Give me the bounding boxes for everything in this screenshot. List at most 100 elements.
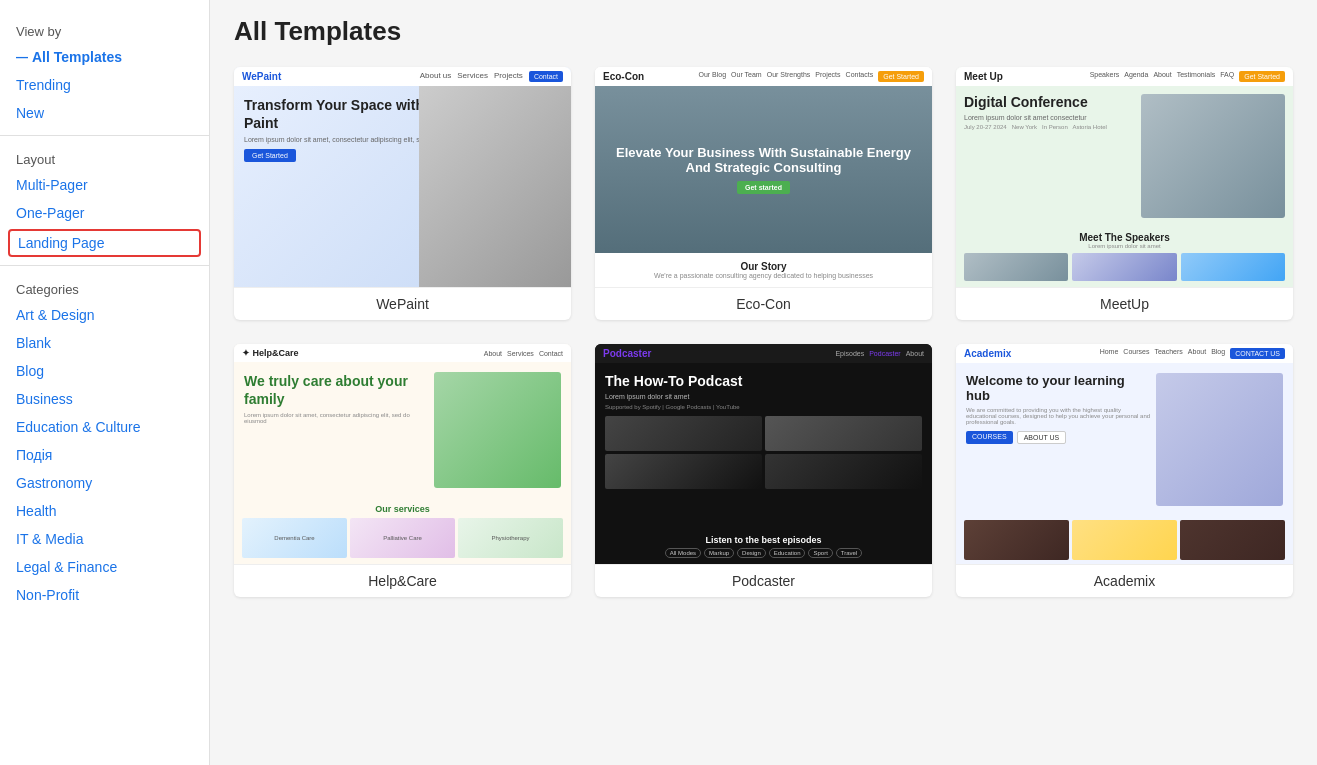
meet-info: July 20-27 2024 New York In Person Astor… — [964, 124, 1135, 130]
pod-episodes: Listen to the best episodes All Modes Ma… — [595, 529, 932, 564]
sidebar-item-business[interactable]: Business — [0, 385, 209, 413]
academix-preview: Academix Home Courses Teachers About Blo… — [956, 344, 1293, 564]
pod-nav: Episodes Podcaster About — [835, 350, 924, 357]
ac-image — [1156, 373, 1283, 506]
wepaint-cta: Get Started — [244, 149, 296, 162]
meetup-preview: Meet Up Speakers Agenda About Testimonia… — [956, 67, 1293, 287]
pod-body: The How-To Podcast Lorem ipsum dolor sit… — [595, 363, 932, 529]
template-card-eco-con[interactable]: Eco-Con Our Blog Our Team Our Strengths … — [595, 67, 932, 320]
eco-logo: Eco-Con — [603, 71, 644, 82]
sidebar-item-label: Trending — [16, 77, 71, 93]
hc-services: Our services Dementia Care Palliative Ca… — [234, 498, 571, 564]
meet-speakers-title: Meet The Speakers — [964, 232, 1285, 243]
academix-label: Academix — [956, 564, 1293, 597]
sidebar-item-label: Blank — [16, 335, 51, 351]
sidebar-item-education-culture[interactable]: Education & Culture — [0, 413, 209, 441]
sidebar-item-gastronomy[interactable]: Gastronomy — [0, 469, 209, 497]
hc-headline: We truly care about your family — [244, 372, 426, 408]
ac-face-1 — [964, 520, 1069, 560]
wepaint-logo: WePaint — [242, 71, 281, 82]
ac-contact-btn: CONTACT US — [1230, 348, 1285, 359]
eco-headline: Elevate Your Business With Sustainable E… — [605, 145, 922, 194]
meet-title: Digital Conference — [964, 94, 1135, 110]
sidebar-item-label: One-Pager — [16, 205, 84, 221]
eco-header: Eco-Con Our Blog Our Team Our Strengths … — [595, 67, 932, 86]
speaker-face-1 — [964, 253, 1068, 281]
meet-nav: Speakers Agenda About Testimonials FAQ G… — [1090, 71, 1285, 82]
sidebar-item-it-media[interactable]: IT & Media — [0, 525, 209, 553]
ac-text: Welcome to your learning hub We are comm… — [966, 373, 1150, 506]
eco-story: Our Story — [603, 261, 924, 272]
podcaster-label: Podcaster — [595, 564, 932, 597]
wepaint-image — [419, 86, 571, 287]
eco-bottom: Our Story We're a passionate consulting … — [595, 253, 932, 287]
wepaint-nav: About us Services Projects Contact — [420, 71, 563, 82]
sidebar-item-label: Multi-Pager — [16, 177, 88, 193]
helpcare-preview: ✦ Help&Care About Services Contact We tr… — [234, 344, 571, 564]
hc-header: ✦ Help&Care About Services Contact — [234, 344, 571, 362]
sidebar-item-blog[interactable]: Blog — [0, 357, 209, 385]
meet-image — [1141, 94, 1285, 218]
pod-tag-0: All Modes — [665, 548, 701, 558]
ac-nav: Home Courses Teachers About Blog CONTACT… — [1100, 348, 1285, 359]
sidebar-item-label: All Templates — [32, 49, 122, 65]
template-card-helpcare[interactable]: ✦ Help&Care About Services Contact We tr… — [234, 344, 571, 597]
eco-cta: Get started — [737, 181, 790, 194]
eco-getstarted-btn: Get Started — [878, 71, 924, 82]
ac-action-buttons: COURSES ABOUT US — [966, 431, 1150, 444]
hc-service-1: Dementia Care — [242, 518, 347, 558]
meetup-label: MeetUp — [956, 287, 1293, 320]
hc-service-cards: Dementia Care Palliative Care Physiother… — [242, 518, 563, 558]
sidebar-item-podiya[interactable]: Подія — [0, 441, 209, 469]
hc-logo: ✦ Help&Care — [242, 348, 299, 358]
pod-support: Supported by Spotify | Google Podcasts |… — [605, 404, 922, 410]
sidebar-item-label: Landing Page — [18, 235, 104, 251]
sidebar-item-label: Education & Culture — [16, 419, 141, 435]
hc-body: We truly care about your family Lorem ip… — [234, 362, 571, 498]
sidebar-item-blank[interactable]: Blank — [0, 329, 209, 357]
wepaint-label: WePaint — [234, 287, 571, 320]
meet-speakers-sub: Lorem ipsum dolor sit amet — [964, 243, 1285, 249]
hc-image — [434, 372, 561, 488]
podcaster-preview: Podcaster Episodes Podcaster About The H… — [595, 344, 932, 564]
sidebar-item-trending[interactable]: Trending — [0, 71, 209, 99]
view-by-label: View by — [0, 16, 209, 43]
template-card-academix[interactable]: Academix Home Courses Teachers About Blo… — [956, 344, 1293, 597]
pod-img-3 — [605, 454, 762, 489]
template-card-meetup[interactable]: Meet Up Speakers Agenda About Testimonia… — [956, 67, 1293, 320]
pod-img-4 — [765, 454, 922, 489]
meet-body: Digital Conference Lorem ipsum dolor sit… — [956, 86, 1293, 226]
eco-con-label: Eco-Con — [595, 287, 932, 320]
sidebar-item-health[interactable]: Health — [0, 497, 209, 525]
wepaint-preview: WePaint About us Services Projects Conta… — [234, 67, 571, 287]
pod-sub: Lorem ipsum dolor sit amet — [605, 393, 922, 400]
template-card-podcaster[interactable]: Podcaster Episodes Podcaster About The H… — [595, 344, 932, 597]
meet-text: Digital Conference Lorem ipsum dolor sit… — [964, 94, 1135, 218]
hc-para: Lorem ipsum dolor sit amet, consectetur … — [244, 412, 426, 424]
sidebar-item-label: New — [16, 105, 44, 121]
sidebar-item-one-pager[interactable]: One-Pager — [0, 199, 209, 227]
sidebar-item-label: IT & Media — [16, 531, 83, 547]
hc-text: We truly care about your family Lorem ip… — [244, 372, 426, 488]
eco-con-preview: Eco-Con Our Blog Our Team Our Strengths … — [595, 67, 932, 287]
meet-logo: Meet Up — [964, 71, 1003, 82]
ac-courses-btn: COURSES — [966, 431, 1013, 444]
wepaint-header: WePaint About us Services Projects Conta… — [234, 67, 571, 86]
sidebar-item-new[interactable]: New — [0, 99, 209, 127]
sidebar-item-multi-pager[interactable]: Multi-Pager — [0, 171, 209, 199]
sidebar-item-landing-page[interactable]: Landing Page — [8, 229, 201, 257]
sidebar-item-art-design[interactable]: Art & Design — [0, 301, 209, 329]
speaker-face-2 — [1072, 253, 1176, 281]
sidebar-item-all-templates[interactable]: All Templates — [0, 43, 209, 71]
eco-body: Elevate Your Business With Sustainable E… — [595, 86, 932, 253]
pod-tag-4: Sport — [808, 548, 832, 558]
template-card-wepaint[interactable]: WePaint About us Services Projects Conta… — [234, 67, 571, 320]
sidebar-item-label: Gastronomy — [16, 475, 92, 491]
sidebar-item-non-profit[interactable]: Non-Profit — [0, 581, 209, 609]
sidebar-item-legal-finance[interactable]: Legal & Finance — [0, 553, 209, 581]
pod-tag-3: Education — [769, 548, 806, 558]
pod-tag-1: Markup — [704, 548, 734, 558]
divider-1 — [0, 135, 209, 136]
pod-tag-2: Design — [737, 548, 766, 558]
categories-label: Categories — [0, 274, 209, 301]
